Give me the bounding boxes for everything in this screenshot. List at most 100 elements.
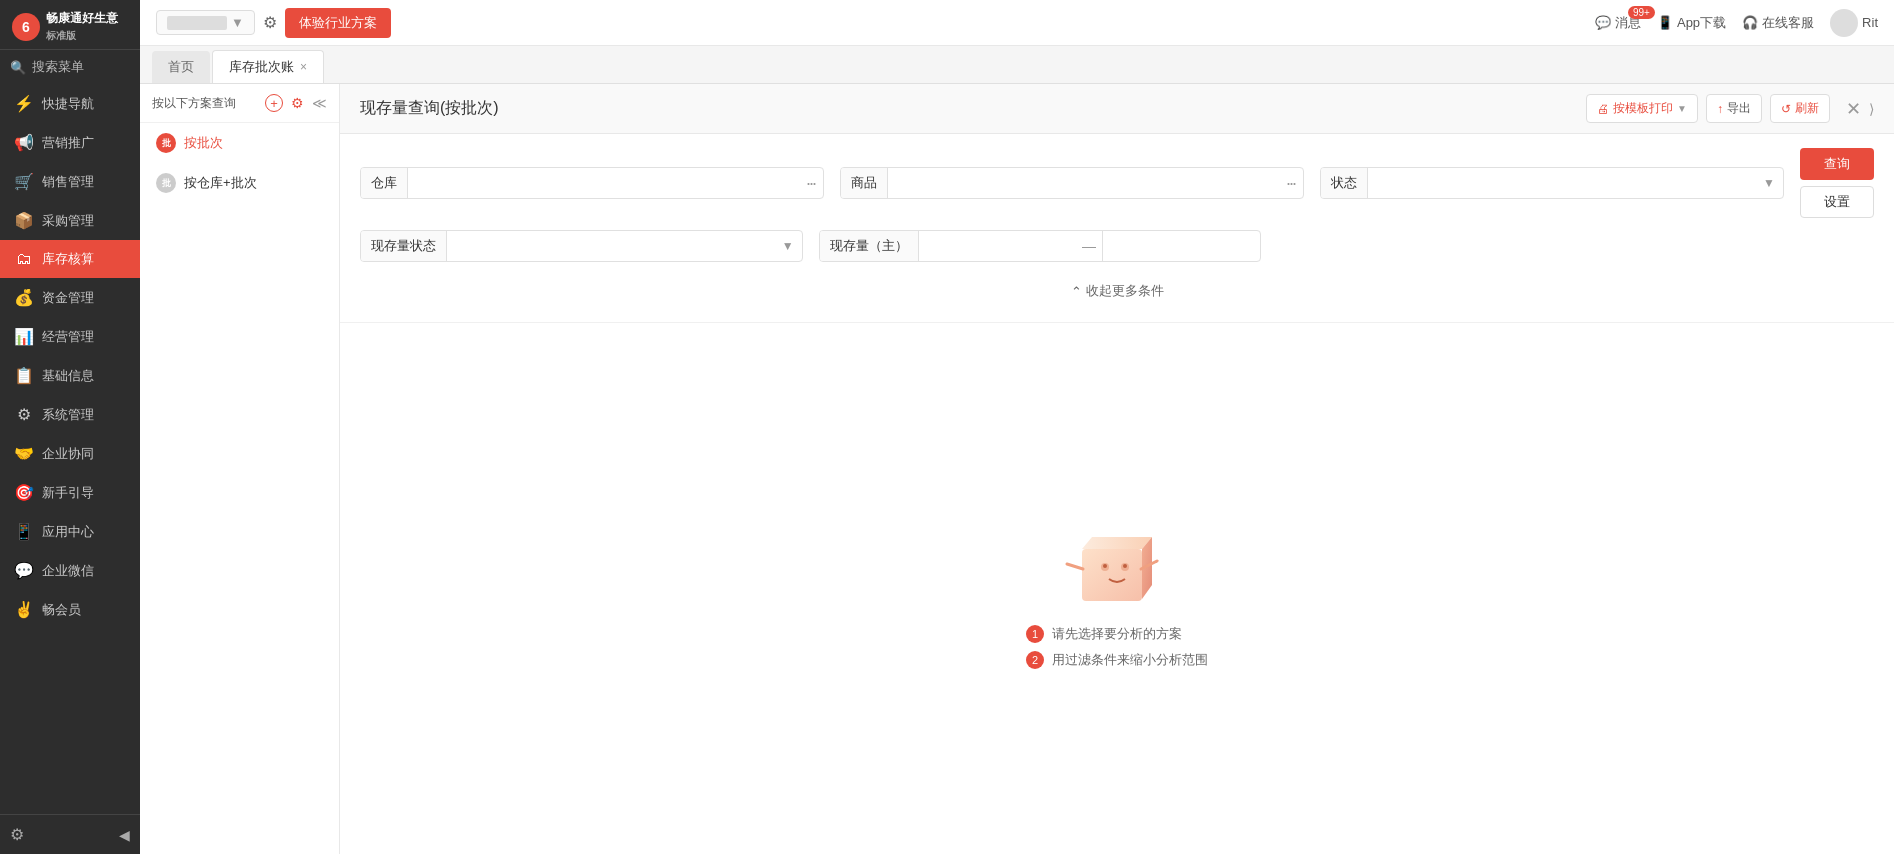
- collapse-chevron-icon: ⌃: [1071, 284, 1082, 299]
- sidebar-item-quick-nav[interactable]: ⚡ 快捷导航: [0, 84, 140, 123]
- service-icon: 🎧: [1742, 15, 1758, 30]
- sidebar-item-label: 库存核算: [42, 250, 94, 268]
- print-button[interactable]: 🖨 按模板打印 ▼: [1586, 94, 1698, 123]
- trial-button[interactable]: 体验行业方案: [285, 8, 391, 38]
- sidebar-item-label: 基础信息: [42, 367, 94, 385]
- scheme-batch-icon: 批: [156, 133, 176, 153]
- status-chevron-icon: ▼: [1763, 176, 1775, 190]
- svg-point-6: [1123, 564, 1127, 568]
- stock-qty-input-start[interactable]: [919, 231, 1076, 261]
- topbar-gear-icon[interactable]: ⚙: [263, 13, 277, 32]
- logo-icon: 6: [12, 13, 40, 41]
- user-name: Rit: [1862, 15, 1878, 30]
- close-page-icon[interactable]: ✕: [1846, 98, 1861, 120]
- user-menu[interactable]: Rit: [1830, 9, 1878, 37]
- enterprise-icon: 🤝: [14, 444, 34, 463]
- refresh-button[interactable]: ↺ 刷新: [1770, 94, 1830, 123]
- sidebar-header: 6 畅康通好生意 标准版: [0, 0, 140, 50]
- goods-more-icon[interactable]: ···: [1286, 173, 1295, 194]
- collapse-panel-icon[interactable]: ≪: [312, 95, 327, 111]
- sidebar-settings-icon[interactable]: ⚙: [10, 825, 24, 844]
- scheme-by-warehouse-batch[interactable]: 批 按仓库+批次: [140, 163, 339, 203]
- query-button[interactable]: 查询: [1800, 148, 1874, 180]
- warehouse-label: 仓库: [361, 168, 408, 198]
- tab-inventory-batch[interactable]: 库存批次账 ×: [212, 50, 324, 83]
- action-buttons: 查询 设置: [1800, 148, 1874, 218]
- tab-home[interactable]: 首页: [152, 51, 210, 83]
- sidebar-item-app-center[interactable]: 📱 应用中心: [0, 512, 140, 551]
- sidebar-item-label: 经营管理: [42, 328, 94, 346]
- settings-scheme-icon[interactable]: ⚙: [291, 95, 304, 111]
- online-service-button[interactable]: 🎧 在线客服: [1742, 14, 1814, 32]
- main-content: ▼ ⚙ 体验行业方案 💬 消息 99+ 📱 App下载 🎧 在线客服 Rit: [140, 0, 1894, 854]
- tab-close-icon[interactable]: ×: [300, 60, 307, 74]
- wechat-icon: 💬: [14, 561, 34, 580]
- sidebar-item-inventory[interactable]: 🗂 库存核算: [0, 240, 140, 278]
- sidebar-item-label: 新手引导: [42, 484, 94, 502]
- sidebar-item-member[interactable]: ✌ 畅会员: [0, 590, 140, 629]
- page-header: 现存量查询(按批次) 🖨 按模板打印 ▼ ↑ 导出 ↺ 刷新: [340, 84, 1894, 134]
- add-scheme-icon[interactable]: +: [265, 94, 283, 112]
- sidebar-item-marketing[interactable]: 📢 营销推广: [0, 123, 140, 162]
- hint-text-2: 用过滤条件来缩小分析范围: [1052, 651, 1208, 669]
- sidebar-item-label: 采购管理: [42, 212, 94, 230]
- sidebar-item-label: 快捷导航: [42, 95, 94, 113]
- sidebar-item-label: 应用中心: [42, 523, 94, 541]
- sidebar-item-label: 资金管理: [42, 289, 94, 307]
- topbar-right: 💬 消息 99+ 📱 App下载 🎧 在线客服 Rit: [1595, 9, 1878, 37]
- sidebar-item-enterprise[interactable]: 🤝 企业协同: [0, 434, 140, 473]
- mobile-icon: 📱: [1657, 15, 1673, 30]
- hint-num-1: 1: [1026, 625, 1044, 643]
- app-download-button[interactable]: 📱 App下载: [1657, 14, 1726, 32]
- app-name: 畅康通好生意: [46, 10, 118, 27]
- sidebar-item-sales[interactable]: 🛒 销售管理: [0, 162, 140, 201]
- operations-icon: 📊: [14, 327, 34, 346]
- empty-illustration: [1057, 509, 1177, 609]
- sidebar-item-finance[interactable]: 💰 资金管理: [0, 278, 140, 317]
- sidebar-item-label: 营销推广: [42, 134, 94, 152]
- goods-input[interactable]: ···: [888, 168, 1303, 198]
- export-button[interactable]: ↑ 导出: [1706, 94, 1762, 123]
- warehouse-filter: 仓库 ···: [360, 167, 824, 199]
- stock-qty-input-end[interactable]: [1102, 231, 1260, 261]
- sidebar-item-wechat[interactable]: 💬 企业微信: [0, 551, 140, 590]
- status-dropdown[interactable]: ▼: [1368, 168, 1783, 198]
- stock-qty-filter: 现存量（主） —: [819, 230, 1262, 262]
- stock-qty-separator: —: [1076, 238, 1102, 254]
- inventory-icon: 🗂: [14, 250, 34, 268]
- filter-row-2: 现存量状态 ▼ 现存量（主） —: [360, 230, 1874, 262]
- messages-button[interactable]: 💬 消息 99+: [1595, 14, 1641, 32]
- panel-header-icons: + ⚙ ≪: [265, 94, 327, 112]
- goods-filter: 商品 ···: [840, 167, 1304, 199]
- topbar-dropdown[interactable]: ▼: [156, 10, 255, 35]
- expand-icon[interactable]: ⟩: [1869, 101, 1874, 117]
- tabs-bar: 首页 库存批次账 ×: [140, 46, 1894, 84]
- collapse-label: 收起更多条件: [1086, 282, 1164, 300]
- warehouse-input[interactable]: ···: [408, 168, 823, 198]
- panel-title: 按以下方案查询: [152, 95, 236, 112]
- sidebar-nav: ⚡ 快捷导航 📢 营销推广 🛒 销售管理 📦 采购管理 🗂 库存核算 💰 资金管…: [0, 84, 140, 814]
- setup-button[interactable]: 设置: [1800, 186, 1874, 218]
- warehouse-more-icon[interactable]: ···: [806, 173, 815, 194]
- sidebar-collapse-icon[interactable]: ◀: [119, 827, 130, 843]
- sidebar-item-newbie[interactable]: 🎯 新手引导: [0, 473, 140, 512]
- sidebar-footer: ⚙ ◀: [0, 814, 140, 854]
- scheme-by-batch[interactable]: 批 按批次: [140, 123, 339, 163]
- sidebar-item-purchase[interactable]: 📦 采购管理: [0, 201, 140, 240]
- export-label: 导出: [1727, 100, 1751, 117]
- collapse-more-button[interactable]: ⌃ 收起更多条件: [360, 274, 1874, 308]
- topbar: ▼ ⚙ 体验行业方案 💬 消息 99+ 📱 App下载 🎧 在线客服 Rit: [140, 0, 1894, 46]
- panel-header: 按以下方案查询 + ⚙ ≪: [140, 84, 339, 123]
- sidebar-item-system[interactable]: ⚙ 系统管理: [0, 395, 140, 434]
- sidebar-item-basic[interactable]: 📋 基础信息: [0, 356, 140, 395]
- left-panel: 按以下方案查询 + ⚙ ≪ 批 按批次 批 按仓库+批次: [140, 84, 340, 854]
- sidebar-item-operations[interactable]: 📊 经营管理: [0, 317, 140, 356]
- content-area: 按以下方案查询 + ⚙ ≪ 批 按批次 批 按仓库+批次 现存量查询(按批次): [140, 84, 1894, 854]
- sidebar-search[interactable]: 🔍 搜索菜单: [0, 50, 140, 84]
- sidebar: 6 畅康通好生意 标准版 🔍 搜索菜单 ⚡ 快捷导航 📢 营销推广 🛒 销售管理…: [0, 0, 140, 854]
- stock-status-dropdown[interactable]: ▼: [447, 231, 802, 261]
- stock-status-filter: 现存量状态 ▼: [360, 230, 803, 262]
- hint-text-1: 请先选择要分析的方案: [1052, 625, 1182, 643]
- print-dropdown-icon[interactable]: ▼: [1677, 103, 1687, 114]
- filter-row-1: 仓库 ··· 商品 ···: [360, 148, 1874, 218]
